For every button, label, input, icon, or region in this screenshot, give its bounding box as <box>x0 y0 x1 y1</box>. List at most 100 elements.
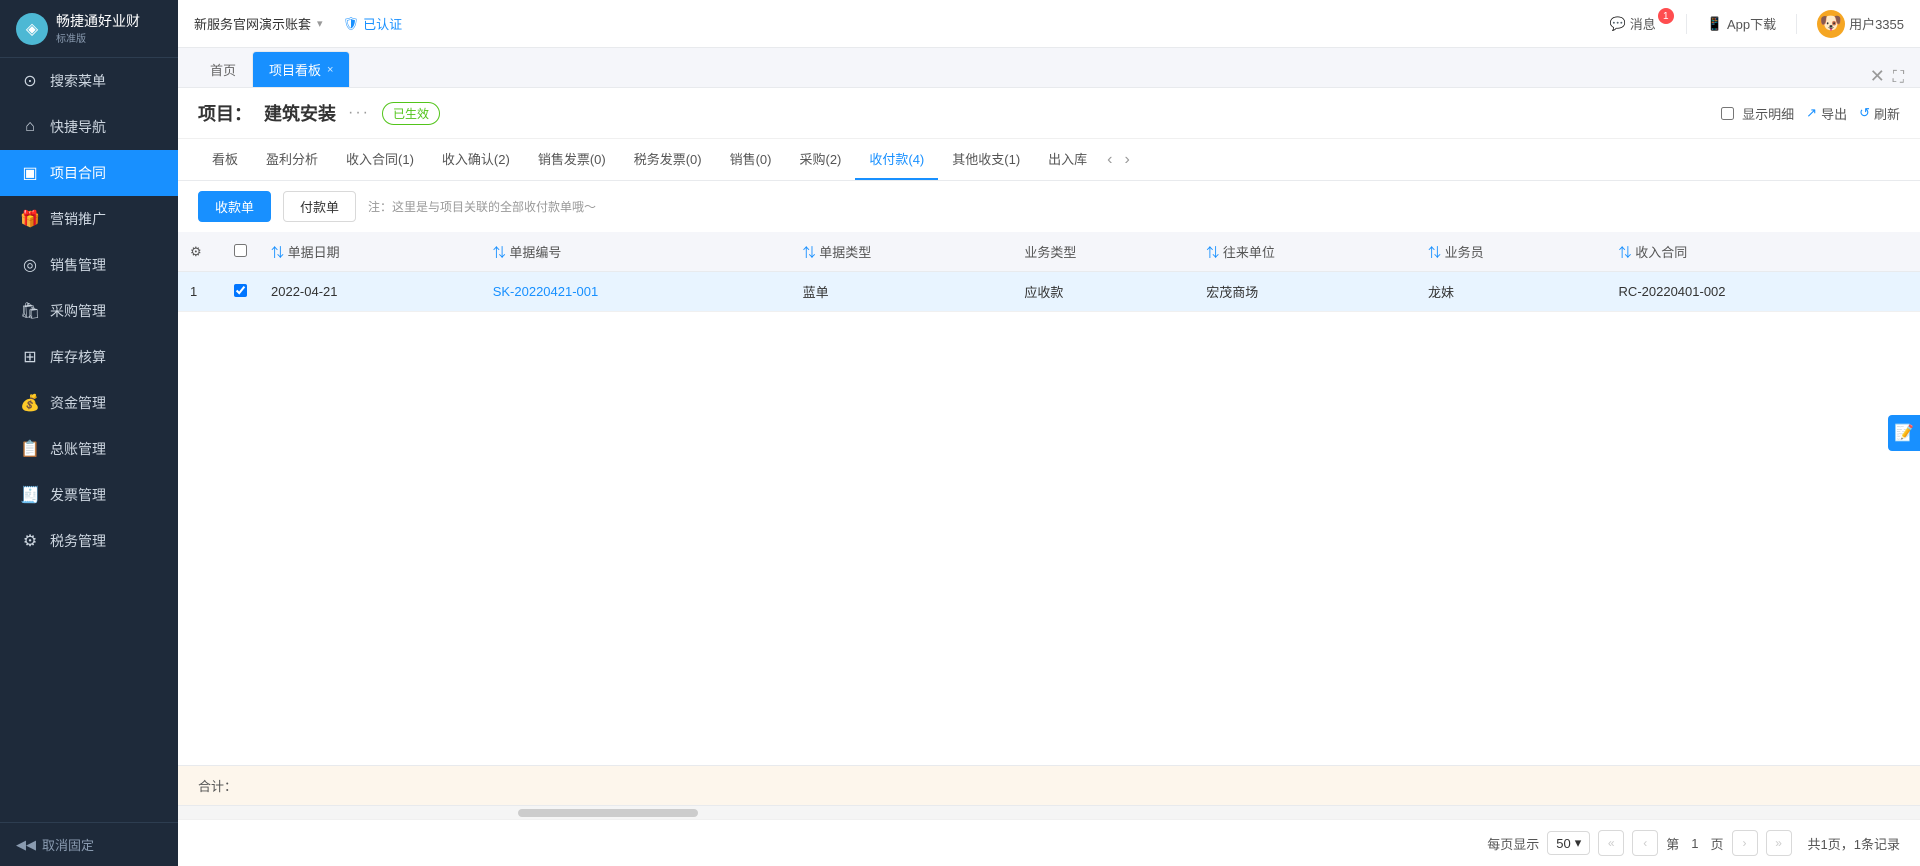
app-logo-icon: ◈ <box>16 13 48 45</box>
purchase-icon: 🛍 <box>20 301 40 321</box>
sidebar: ◈ 畅捷通好业财 标准版 ⊙ 搜索菜单 ⌂ 快捷导航 ▣ 项目合同 🎁 营销推广… <box>0 0 178 866</box>
page-actions: 显示明细 ↗ 导出 ↺ 刷新 <box>1721 104 1900 123</box>
sub-tabs-prev-arrow[interactable]: ‹ <box>1101 151 1118 169</box>
prev-page-button[interactable]: ‹ <box>1632 830 1658 856</box>
refresh-button[interactable]: ↺ 刷新 <box>1859 104 1900 123</box>
close-window-button[interactable]: ✕ <box>1870 66 1885 87</box>
user-menu[interactable]: 🐶 用户3355 <box>1817 10 1904 38</box>
tab-home[interactable]: 首页 <box>194 52 252 87</box>
chevron-down-icon: ▾ <box>1575 835 1582 851</box>
status-badge: 已生效 <box>382 102 440 125</box>
username-label: 用户3355 <box>1849 14 1904 33</box>
number-column-header[interactable]: ⇅ 单据编号 <box>481 232 791 272</box>
gift-icon: 🎁 <box>20 209 40 229</box>
divider2 <box>1796 14 1797 34</box>
sidebar-item-inventory[interactable]: ⊞ 库存核算 <box>0 334 178 380</box>
fab-action-button[interactable]: 📝 <box>1888 415 1920 451</box>
sidebar-item-search[interactable]: ⊙ 搜索菜单 <box>0 58 178 104</box>
project-name: 新服务官网演示账套 <box>194 14 311 33</box>
unpin-icon: ◀◀ <box>16 837 36 853</box>
project-label: 项目： <box>198 100 252 126</box>
more-options-icon[interactable]: ··· <box>348 104 370 122</box>
sub-tab-payment[interactable]: 收付款(4) <box>855 139 938 180</box>
sub-tabs-next-arrow[interactable]: › <box>1119 151 1136 169</box>
table-row: 1 2022-04-21 SK-20220421-001 蓝单 应收款 宏茂商场… <box>178 272 1920 312</box>
date-column-header[interactable]: ⇅ 单据日期 <box>259 232 481 272</box>
settings-column-header[interactable]: ⚙ <box>178 232 222 272</box>
sub-tab-purchase[interactable]: 采购(2) <box>785 139 855 180</box>
avatar: 🐶 <box>1817 10 1845 38</box>
partner-column-header[interactable]: ⇅ 往来单位 <box>1194 232 1416 272</box>
search-icon: ⊙ <box>20 71 40 91</box>
sidebar-item-ledger[interactable]: 📋 总账管理 <box>0 426 178 472</box>
sub-tab-inout[interactable]: 出入库 <box>1034 139 1101 180</box>
tax-icon: ⚙ <box>20 531 40 551</box>
tab-close-icon[interactable]: × <box>327 64 333 76</box>
sub-tab-tax-invoice[interactable]: 税务发票(0) <box>620 139 716 180</box>
first-page-button[interactable]: « <box>1598 830 1624 856</box>
row-checkbox-cell[interactable] <box>222 272 259 312</box>
pay-toggle[interactable]: 付款单 <box>283 191 356 222</box>
show-detail-input[interactable] <box>1721 107 1734 120</box>
sort-icon6: ⇅ <box>1619 245 1632 260</box>
app-download-button[interactable]: 📱 App下载 <box>1707 14 1776 33</box>
row-number[interactable]: SK-20220421-001 <box>481 272 791 312</box>
data-table: ⚙ ⇅ 单据日期 ⇅ 单据编号 <box>178 232 1920 312</box>
sidebar-item-purchase[interactable]: 🛍 采购管理 <box>0 288 178 334</box>
row-salesperson: 龙妹 <box>1416 272 1607 312</box>
income-contract-column-header[interactable]: ⇅ 收入合同 <box>1607 232 1920 272</box>
sidebar-item-marketing[interactable]: 🎁 营销推广 <box>0 196 178 242</box>
refresh-icon: ↺ <box>1859 105 1870 121</box>
gear-icon[interactable]: ⚙ <box>190 244 202 259</box>
row-checkbox[interactable] <box>234 284 247 297</box>
fullscreen-button[interactable]: ⛶ <box>1893 69 1904 87</box>
export-icon: ↗ <box>1806 105 1817 121</box>
sort-icon5: ⇅ <box>1428 245 1441 260</box>
sidebar-item-quicknav[interactable]: ⌂ 快捷导航 <box>0 104 178 150</box>
sort-icon: ⇅ <box>271 245 284 260</box>
row-biz-type: 应收款 <box>1012 272 1194 312</box>
project-selector[interactable]: 新服务官网演示账套 ▾ <box>194 14 323 33</box>
sub-tab-other-expense[interactable]: 其他收支(1) <box>938 139 1034 180</box>
per-page-label: 每页显示 <box>1487 834 1539 853</box>
last-page-button[interactable]: » <box>1766 830 1792 856</box>
horizontal-scrollbar[interactable] <box>178 805 1920 819</box>
row-date: 2022-04-21 <box>259 272 481 312</box>
export-button[interactable]: ↗ 导出 <box>1806 104 1847 123</box>
scrollbar-thumb[interactable] <box>518 809 698 817</box>
sidebar-item-contract[interactable]: ▣ 项目合同 <box>0 150 178 196</box>
message-badge: 1 <box>1658 8 1674 24</box>
sidebar-item-finance[interactable]: 💰 资金管理 <box>0 380 178 426</box>
summary-row: 合计： <box>178 765 1920 805</box>
message-icon: 💬 <box>1610 16 1626 32</box>
sidebar-item-sales[interactable]: ◎ 销售管理 <box>0 242 178 288</box>
next-page-button[interactable]: › <box>1732 830 1758 856</box>
biz-type-column-header: 业务类型 <box>1012 232 1194 272</box>
sub-tab-kanban[interactable]: 看板 <box>198 139 252 180</box>
invoice-icon: 🧾 <box>20 485 40 505</box>
app-logo-text: 畅捷通好业财 标准版 <box>56 12 140 45</box>
select-all-checkbox[interactable] <box>234 244 247 257</box>
sub-tab-sales-invoice[interactable]: 销售发票(0) <box>524 139 620 180</box>
page-current: 1 <box>1691 836 1698 851</box>
per-page-select[interactable]: 50 ▾ <box>1547 831 1590 855</box>
shield-icon: 🛡 <box>343 16 360 32</box>
sub-tab-profit[interactable]: 盈利分析 <box>252 139 332 180</box>
sidebar-item-invoice[interactable]: 🧾 发票管理 <box>0 472 178 518</box>
type-column-header[interactable]: ⇅ 单据类型 <box>791 232 1013 272</box>
salesperson-column-header[interactable]: ⇅ 业务员 <box>1416 232 1607 272</box>
sidebar-unpin-button[interactable]: ◀◀ 取消固定 <box>0 822 178 866</box>
pagination: 每页显示 50 ▾ « ‹ 第 1 页 › » 共1页，1条记录 <box>178 819 1920 866</box>
page-header: 项目： 建筑安装 ··· 已生效 显示明细 ↗ 导出 ↺ 刷新 <box>178 88 1920 139</box>
receive-toggle[interactable]: 收款单 <box>198 191 271 222</box>
sort-icon2: ⇅ <box>493 245 506 260</box>
sidebar-item-tax[interactable]: ⚙ 税务管理 <box>0 518 178 564</box>
sub-tab-income-contract[interactable]: 收入合同(1) <box>332 139 428 180</box>
sub-tab-sales[interactable]: 销售(0) <box>716 139 786 180</box>
message-button[interactable]: 💬 消息 1 <box>1610 14 1666 33</box>
topbar: 新服务官网演示账套 ▾ 🛡 已认证 💬 消息 1 📱 App下载 🐶 用户335… <box>178 0 1920 48</box>
sub-tab-income-confirm[interactable]: 收入确认(2) <box>428 139 524 180</box>
chevron-down-icon: ▾ <box>317 17 323 30</box>
show-detail-checkbox[interactable]: 显示明细 <box>1721 104 1794 123</box>
tab-project-board[interactable]: 项目看板 × <box>252 51 350 87</box>
